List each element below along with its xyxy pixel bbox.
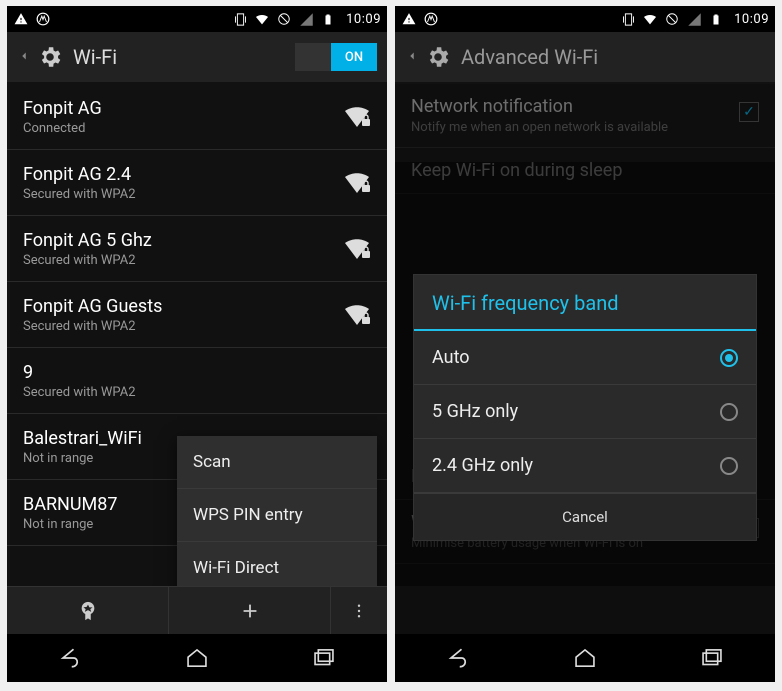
- clock: 10:09: [734, 12, 769, 27]
- overflow-button[interactable]: [331, 587, 387, 634]
- row-subtitle: Notify me when an open network is availa…: [411, 120, 691, 135]
- nav-recents-icon[interactable]: [308, 642, 340, 674]
- nav-back-icon[interactable]: [442, 642, 474, 674]
- battery-icon: [320, 11, 336, 27]
- network-name: Fonpit AG Guests: [23, 296, 343, 317]
- overflow-menu: Scan WPS PIN entry Wi-Fi Direct Advanced: [177, 436, 377, 586]
- nav-bar: [7, 634, 387, 682]
- network-status: Secured with WPA2: [23, 319, 343, 334]
- sync-off-icon: [276, 11, 292, 27]
- status-bar: 10:09: [395, 6, 775, 32]
- add-network-button[interactable]: [169, 587, 331, 634]
- gear-icon: [37, 44, 63, 70]
- menu-item-scan[interactable]: Scan: [177, 436, 377, 489]
- motorola-icon: [423, 11, 439, 27]
- vibrate-icon: [620, 11, 636, 27]
- title-bar: Advanced Wi-Fi: [395, 32, 775, 84]
- page-title: Wi-Fi: [73, 45, 117, 69]
- network-row[interactable]: Fonpit AG Connected: [7, 84, 387, 150]
- wifi-icon: [254, 11, 270, 27]
- nav-home-icon[interactable]: [569, 642, 601, 674]
- signal-icon: [298, 11, 314, 27]
- network-status: Connected: [23, 121, 343, 136]
- menu-item-wifidirect[interactable]: Wi-Fi Direct: [177, 542, 377, 586]
- status-bar: 10:09: [7, 6, 387, 32]
- network-row[interactable]: Fonpit AG 2.4 Secured with WPA2: [7, 150, 387, 216]
- network-name: Fonpit AG: [23, 98, 343, 119]
- option-label: Auto: [432, 347, 470, 368]
- network-row[interactable]: 9 Secured with WPA2: [7, 348, 387, 414]
- dialog-cancel-button[interactable]: Cancel: [414, 493, 756, 540]
- network-name: Fonpit AG 5 Ghz: [23, 230, 343, 251]
- nav-home-icon[interactable]: [181, 642, 213, 674]
- dialog-title: Wi-Fi frequency band: [414, 275, 756, 331]
- wifi-icon: [642, 11, 658, 27]
- nav-recents-icon[interactable]: [696, 642, 728, 674]
- page-title: Advanced Wi-Fi: [461, 45, 598, 69]
- back-icon[interactable]: [405, 47, 419, 68]
- vibrate-icon: [232, 11, 248, 27]
- advanced-list: ✓ Network notification Notify me when an…: [395, 84, 775, 634]
- radio-icon: [720, 349, 738, 367]
- row-title: Network notification: [411, 96, 759, 117]
- nav-bar: [395, 634, 775, 682]
- battery-icon: [708, 11, 724, 27]
- option-label: 2.4 GHz only: [432, 455, 533, 476]
- network-status: Secured with WPA2: [23, 385, 371, 400]
- nav-back-icon[interactable]: [54, 642, 86, 674]
- gear-icon: [425, 44, 451, 70]
- radio-icon: [720, 403, 738, 421]
- wps-button[interactable]: [7, 587, 169, 634]
- network-status: Secured with WPA2: [23, 253, 343, 268]
- back-icon[interactable]: [17, 47, 31, 68]
- phone-left: 10:09 Wi-Fi ON Fonpit AG Connected Fonp: [7, 6, 387, 682]
- network-name: 9: [23, 362, 371, 383]
- network-row[interactable]: Fonpit AG 5 Ghz Secured with WPA2: [7, 216, 387, 282]
- signal-icon: [686, 11, 702, 27]
- dialog-option-24ghz[interactable]: 2.4 GHz only: [414, 439, 756, 493]
- option-label: 5 GHz only: [432, 401, 518, 422]
- row-network-notification[interactable]: ✓ Network notification Notify me when an…: [395, 84, 775, 148]
- clock: 10:09: [346, 12, 381, 27]
- phone-right: 10:09 Advanced Wi-Fi ✓ Network notificat…: [395, 6, 775, 682]
- wifi-lock-icon: [343, 171, 371, 195]
- toggle-on-label: ON: [331, 43, 377, 71]
- dialog-option-auto[interactable]: Auto: [414, 331, 756, 385]
- action-bar: [7, 586, 387, 634]
- frequency-dialog: Wi-Fi frequency band Auto 5 GHz only 2.4…: [413, 274, 757, 541]
- wifi-toggle[interactable]: ON: [295, 43, 377, 71]
- title-bar: Wi-Fi ON: [7, 32, 387, 84]
- menu-item-wps[interactable]: WPS PIN entry: [177, 489, 377, 542]
- warning-icon: [13, 11, 29, 27]
- network-list: Fonpit AG Connected Fonpit AG 2.4 Secure…: [7, 84, 387, 586]
- radio-icon: [720, 457, 738, 475]
- network-name: Fonpit AG 2.4: [23, 164, 343, 185]
- wifi-lock-icon: [343, 105, 371, 129]
- sync-off-icon: [664, 11, 680, 27]
- wifi-lock-icon: [343, 303, 371, 327]
- network-status: Secured with WPA2: [23, 187, 343, 202]
- dialog-option-5ghz[interactable]: 5 GHz only: [414, 385, 756, 439]
- motorola-icon: [35, 11, 51, 27]
- network-row[interactable]: Fonpit AG Guests Secured with WPA2: [7, 282, 387, 348]
- checkbox-icon[interactable]: ✓: [739, 102, 759, 122]
- wifi-lock-icon: [343, 237, 371, 261]
- warning-icon: [401, 11, 417, 27]
